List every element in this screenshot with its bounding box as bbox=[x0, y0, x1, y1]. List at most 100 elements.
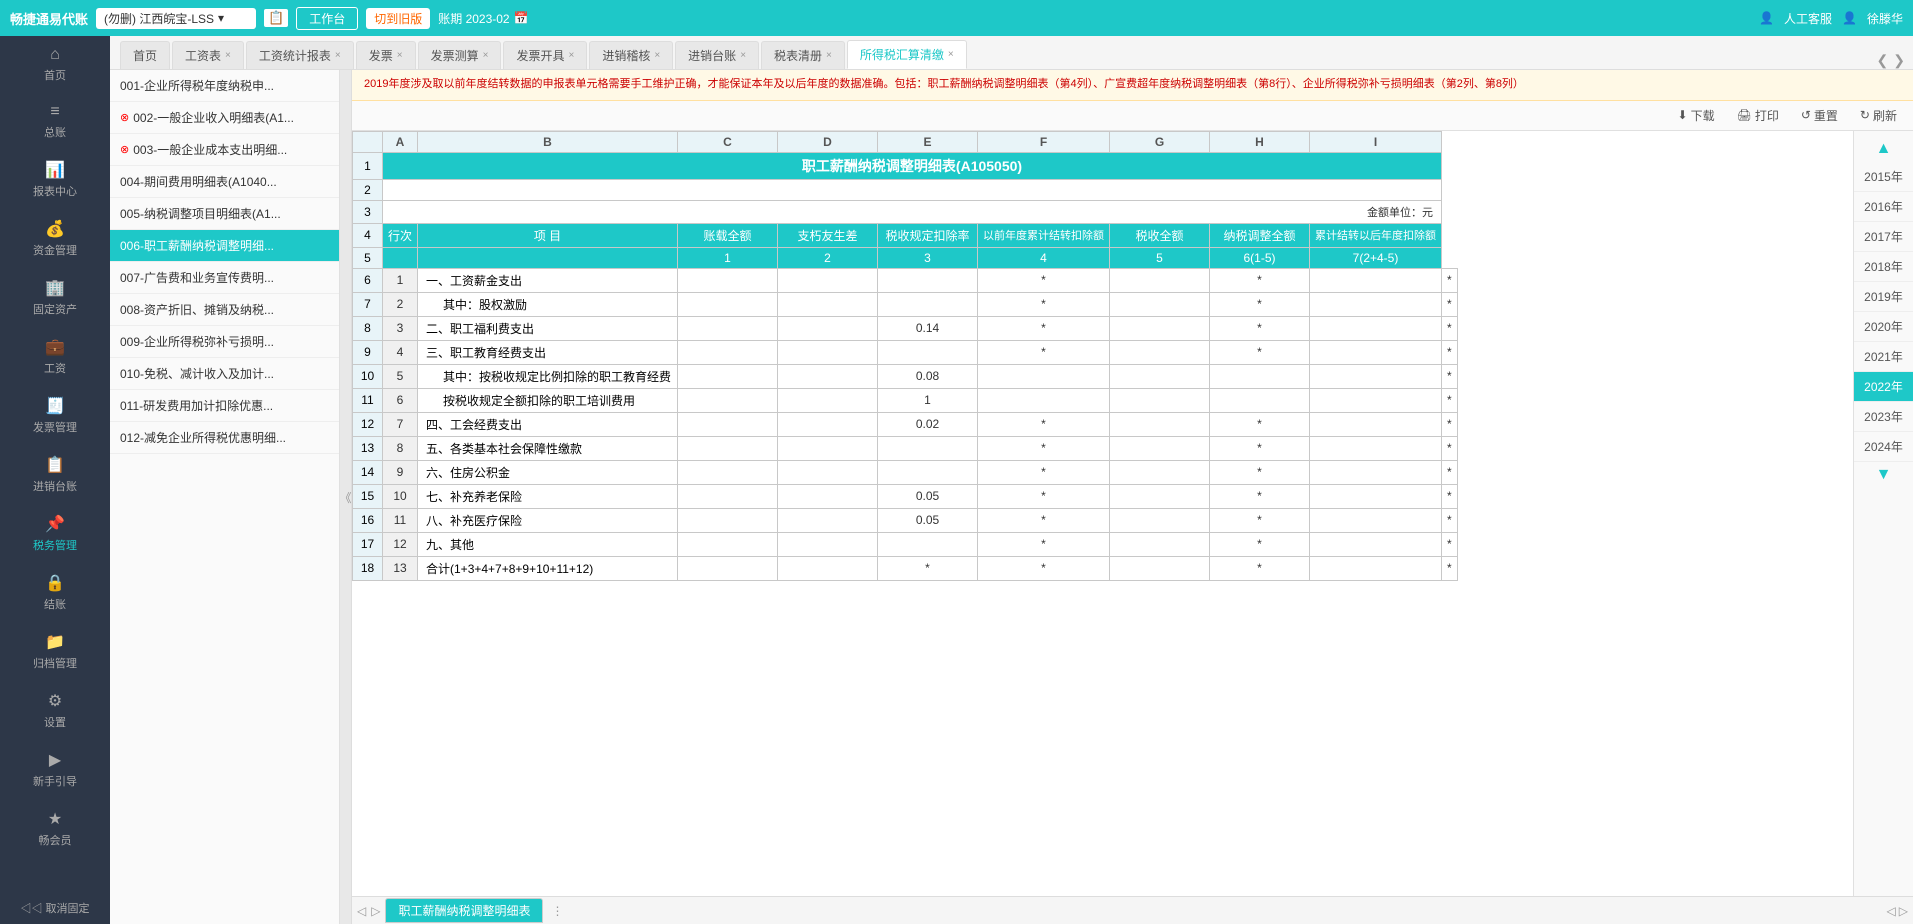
table-cell[interactable]: * bbox=[978, 316, 1110, 340]
reset-button[interactable]: ↺ 重置 bbox=[1795, 105, 1844, 126]
table-cell[interactable] bbox=[1110, 340, 1210, 364]
sidebar-item-salary[interactable]: 💼 工资 bbox=[0, 327, 110, 386]
table-cell[interactable]: * bbox=[978, 436, 1110, 460]
cut-version-button[interactable]: 切到旧版 bbox=[366, 8, 430, 29]
sidebar-item-general-ledger[interactable]: ≡ 总账 bbox=[0, 93, 110, 150]
sheet-scroll-left[interactable]: ◁ bbox=[1887, 904, 1896, 918]
table-cell[interactable] bbox=[1110, 316, 1210, 340]
year-item-2020[interactable]: 2020年 bbox=[1854, 312, 1913, 342]
table-cell[interactable] bbox=[678, 556, 778, 580]
table-cell[interactable]: * bbox=[978, 268, 1110, 292]
table-cell[interactable] bbox=[878, 268, 978, 292]
tab-invoice-calc-close[interactable]: × bbox=[483, 50, 489, 61]
year-item-2017[interactable]: 2017年 bbox=[1854, 222, 1913, 252]
table-cell[interactable] bbox=[1310, 340, 1442, 364]
sidebar-item-closing[interactable]: 🔒 结账 bbox=[0, 563, 110, 622]
prev-sheet-icon2[interactable]: ▷ bbox=[371, 904, 380, 918]
table-cell[interactable] bbox=[1310, 316, 1442, 340]
table-cell[interactable] bbox=[778, 268, 878, 292]
table-cell[interactable] bbox=[1310, 508, 1442, 532]
table-cell[interactable] bbox=[878, 340, 978, 364]
table-cell[interactable] bbox=[1110, 412, 1210, 436]
form-list-item-007[interactable]: 007-广告费和业务宣传费明... bbox=[110, 262, 339, 294]
table-cell[interactable] bbox=[1310, 556, 1442, 580]
tab-invoice[interactable]: 发票 × bbox=[356, 41, 416, 69]
table-cell[interactable]: * bbox=[1442, 436, 1458, 460]
form-list-item-006[interactable]: 006-职工薪酬纳税调整明细... bbox=[110, 230, 339, 262]
tab-salary-report[interactable]: 工资统计报表 × bbox=[246, 41, 354, 69]
table-cell[interactable] bbox=[1110, 436, 1210, 460]
table-cell[interactable]: * bbox=[1442, 460, 1458, 484]
table-cell[interactable]: * bbox=[878, 556, 978, 580]
sheet-scroll-right[interactable]: ▷ bbox=[1899, 904, 1908, 918]
table-cell[interactable] bbox=[1110, 292, 1210, 316]
table-cell[interactable]: * bbox=[1442, 268, 1458, 292]
year-item-2018[interactable]: 2018年 bbox=[1854, 252, 1913, 282]
sidebar-item-asset-mgmt[interactable]: 💰 资金管理 bbox=[0, 209, 110, 268]
table-cell[interactable] bbox=[1310, 292, 1442, 316]
form-list-item-001[interactable]: 001-企业所得税年度纳税申... bbox=[110, 70, 339, 102]
year-item-2016[interactable]: 2016年 bbox=[1854, 192, 1913, 222]
table-cell[interactable] bbox=[1110, 460, 1210, 484]
table-cell[interactable]: * bbox=[1210, 460, 1310, 484]
table-cell[interactable] bbox=[878, 532, 978, 556]
sheet-tab-salary[interactable]: 职工薪酬纳税调整明细表 bbox=[385, 898, 543, 923]
form-list-item-012[interactable]: 012-减免企业所得税优惠明细... bbox=[110, 422, 339, 454]
table-cell[interactable]: * bbox=[1442, 556, 1458, 580]
form-list-item-005[interactable]: 005-纳税调整项目明细表(A1... bbox=[110, 198, 339, 230]
table-cell[interactable]: * bbox=[978, 532, 1110, 556]
table-cell[interactable]: * bbox=[1210, 412, 1310, 436]
sidebar-item-report-center[interactable]: 📊 报表中心 bbox=[0, 150, 110, 209]
table-cell[interactable]: * bbox=[1442, 532, 1458, 556]
table-cell[interactable] bbox=[1310, 460, 1442, 484]
table-cell[interactable] bbox=[778, 556, 878, 580]
table-cell[interactable] bbox=[1110, 484, 1210, 508]
table-cell[interactable] bbox=[1210, 364, 1310, 388]
year-item-2024[interactable]: 2024年 bbox=[1854, 432, 1913, 462]
table-cell[interactable]: * bbox=[978, 292, 1110, 316]
table-cell[interactable]: * bbox=[1442, 364, 1458, 388]
sidebar-bottom-action[interactable]: ◁◁ 取消固定 bbox=[0, 892, 110, 924]
table-cell[interactable] bbox=[778, 364, 878, 388]
table-cell[interactable] bbox=[678, 532, 778, 556]
table-cell[interactable] bbox=[1110, 508, 1210, 532]
sidebar-item-settings[interactable]: ⚙ 设置 bbox=[0, 681, 110, 740]
table-cell[interactable]: * bbox=[1442, 484, 1458, 508]
table-cell[interactable] bbox=[678, 484, 778, 508]
table-cell[interactable]: * bbox=[1210, 436, 1310, 460]
table-cell[interactable]: * bbox=[1210, 340, 1310, 364]
table-cell[interactable]: * bbox=[1442, 508, 1458, 532]
table-cell[interactable] bbox=[678, 388, 778, 412]
table-cell[interactable] bbox=[678, 364, 778, 388]
tab-tax-clearance-close[interactable]: × bbox=[826, 50, 832, 61]
table-cell[interactable] bbox=[678, 412, 778, 436]
table-cell[interactable]: * bbox=[1210, 292, 1310, 316]
tab-home[interactable]: 首页 bbox=[120, 41, 170, 69]
user-service-label[interactable]: 人工客服 bbox=[1784, 10, 1832, 27]
collapse-panel-button[interactable]: 《 bbox=[340, 70, 352, 924]
table-cell[interactable] bbox=[1310, 484, 1442, 508]
sidebar-item-archive-mgmt[interactable]: 📁 归档管理 bbox=[0, 622, 110, 681]
table-cell[interactable] bbox=[1310, 268, 1442, 292]
tab-invoice-open[interactable]: 发票开具 × bbox=[503, 41, 587, 69]
sidebar-item-home[interactable]: ⌂ 首页 bbox=[0, 36, 110, 93]
tab-next-icon[interactable]: ❯ bbox=[1893, 52, 1905, 69]
tab-income-tax[interactable]: 所得税汇算清缴 × bbox=[847, 40, 967, 69]
table-cell[interactable]: * bbox=[978, 556, 1110, 580]
table-cell[interactable] bbox=[1310, 364, 1442, 388]
download-button[interactable]: ⬇ 下载 bbox=[1672, 105, 1721, 126]
sidebar-item-tax-mgmt[interactable]: 📌 税务管理 bbox=[0, 504, 110, 563]
table-cell[interactable]: 0.05 bbox=[878, 484, 978, 508]
table-cell[interactable] bbox=[678, 268, 778, 292]
table-cell[interactable] bbox=[1110, 268, 1210, 292]
table-cell[interactable] bbox=[778, 340, 878, 364]
tab-tax-clearance[interactable]: 税表清册 × bbox=[761, 41, 845, 69]
form-list-item-009[interactable]: 009-企业所得税弥补亏损明... bbox=[110, 326, 339, 358]
sidebar-item-fixed-asset[interactable]: 🏢 固定资产 bbox=[0, 268, 110, 327]
table-cell[interactable] bbox=[678, 316, 778, 340]
year-item-2023[interactable]: 2023年 bbox=[1854, 402, 1913, 432]
form-list-item-010[interactable]: 010-免税、减计收入及加计... bbox=[110, 358, 339, 390]
sheet-menu-icon[interactable]: ⋮ bbox=[551, 904, 563, 918]
table-cell[interactable]: 0.02 bbox=[878, 412, 978, 436]
form-list-item-002[interactable]: ⊗ 002-一般企业收入明细表(A1... bbox=[110, 102, 339, 134]
